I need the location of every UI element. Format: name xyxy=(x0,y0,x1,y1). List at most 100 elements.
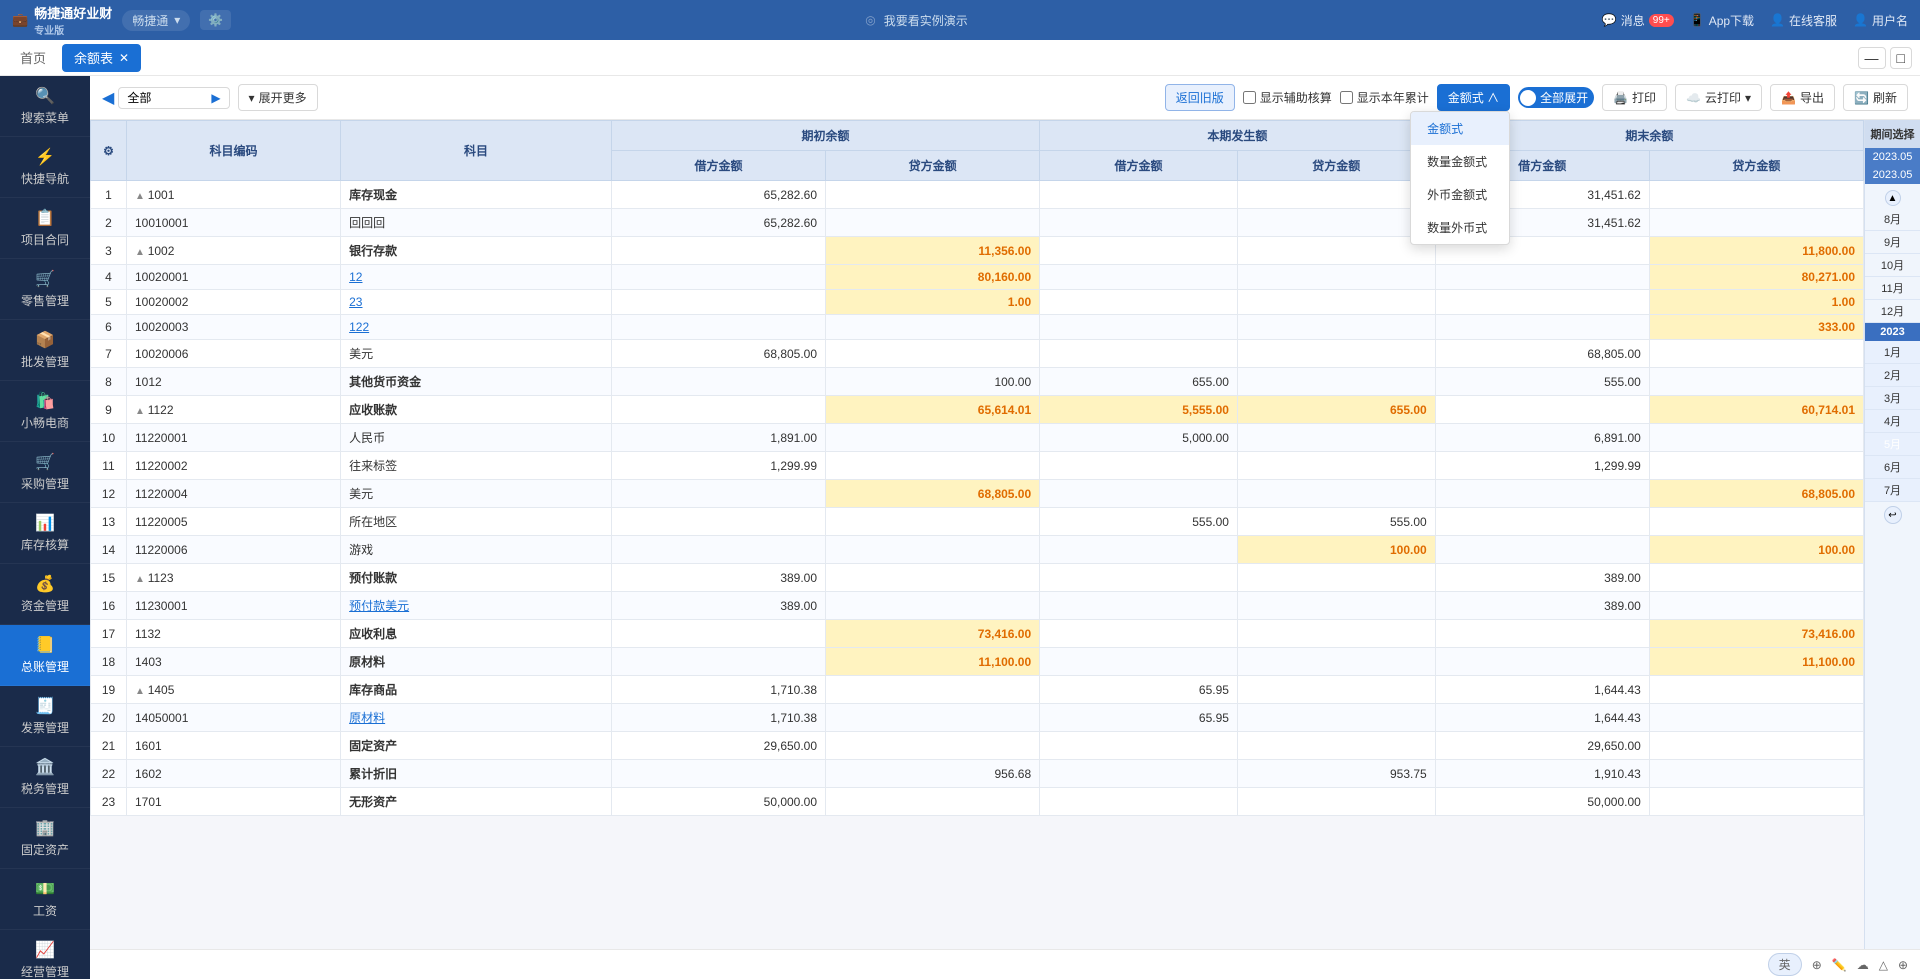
add-icon[interactable]: ⊕ xyxy=(1898,958,1908,972)
period-up-icon[interactable]: ▲ xyxy=(1885,190,1901,206)
tab-bar: 首页 余额表 ✕ — □ xyxy=(0,40,1920,76)
tab-close-icon[interactable]: ✕ xyxy=(119,51,129,65)
tab-minimize-button[interactable]: — xyxy=(1858,47,1886,69)
tab-maximize-button[interactable]: □ xyxy=(1890,47,1912,69)
cell-pd-debit xyxy=(1040,760,1238,788)
header-settings[interactable]: ⚙ xyxy=(91,121,127,181)
month-10[interactable]: 10月 xyxy=(1865,254,1920,277)
settings-icon[interactable]: ⚙️ xyxy=(200,10,231,30)
period-2023-05-start[interactable]: 2023.05 xyxy=(1865,148,1920,166)
month-1[interactable]: 1月 xyxy=(1865,341,1920,364)
cell-ob-credit xyxy=(826,676,1040,704)
cell-ob-credit: 100.00 xyxy=(826,368,1040,396)
format-button[interactable]: 金额式 ∧ xyxy=(1437,84,1510,111)
demo-link[interactable]: 我要看实例演示 xyxy=(884,12,968,29)
cell-ob-credit xyxy=(826,452,1040,480)
cell-account-name[interactable]: 原材料 xyxy=(341,704,612,732)
sidebar-item-finance[interactable]: 💰 资金管理 xyxy=(0,564,90,625)
sidebar-item-management[interactable]: 📈 经营管理 xyxy=(0,930,90,979)
refresh-button[interactable]: 🔄 刷新 xyxy=(1843,84,1908,111)
tab-balance-sheet[interactable]: 余额表 ✕ xyxy=(62,44,141,72)
print-button[interactable]: 🖨️ 打印 xyxy=(1602,84,1667,111)
message-button[interactable]: 💬 消息 99+ xyxy=(1602,12,1674,29)
header-ob-credit: 贷方金额 xyxy=(826,151,1040,181)
cloud-print-button[interactable]: ☁️ 云打印 ▾ xyxy=(1675,84,1762,111)
expand-all-label[interactable]: 全部展开 xyxy=(1540,89,1588,106)
sidebar-item-fixed-assets[interactable]: 🏢 固定资产 xyxy=(0,808,90,869)
cell-row-num: 4 xyxy=(91,265,127,290)
tab-home[interactable]: 首页 xyxy=(8,44,58,72)
return-old-button[interactable]: 返回旧版 xyxy=(1165,84,1235,111)
online-service-button[interactable]: 👤 在线客服 xyxy=(1770,12,1837,29)
month-6[interactable]: 6月 xyxy=(1865,456,1920,479)
company-selector[interactable]: 畅捷通 ▾ xyxy=(122,10,190,31)
export-button[interactable]: 📤 导出 xyxy=(1770,84,1835,111)
format-option-qty-foreign[interactable]: 数量外币式 xyxy=(1411,211,1509,244)
cloud-sync-icon[interactable]: ☁ xyxy=(1857,958,1869,972)
sidebar-item-purchase[interactable]: 🛒 采购管理 xyxy=(0,442,90,503)
zoom-icon[interactable]: ⊕ xyxy=(1812,958,1822,972)
cell-cb-credit xyxy=(1649,452,1863,480)
language-toggle[interactable]: 英 xyxy=(1768,953,1802,976)
period-down-icon[interactable]: ↩ xyxy=(1884,506,1902,524)
edit-icon[interactable]: ✏️ xyxy=(1832,958,1847,972)
format-option-qty-amount[interactable]: 数量金额式 xyxy=(1411,145,1509,178)
table-row: 1411220006游戏100.00100.00 xyxy=(91,536,1864,564)
month-12[interactable]: 12月 xyxy=(1865,300,1920,323)
cell-pd-debit xyxy=(1040,788,1238,816)
sidebar-item-retail[interactable]: 🛒 零售管理 xyxy=(0,259,90,320)
user-avatar[interactable]: 👤 用户名 xyxy=(1853,12,1908,29)
triangle-icon[interactable]: △ xyxy=(1879,958,1888,972)
expand-toggle[interactable]: 全部展开 xyxy=(1518,87,1594,108)
sidebar-item-project-label: 项目合同 xyxy=(6,231,84,248)
sidebar-item-payroll[interactable]: 💵 工资 xyxy=(0,869,90,930)
cell-account-name[interactable]: 23 xyxy=(341,290,612,315)
top-bar-right: 💬 消息 99+ 📱 App下载 👤 在线客服 👤 用户名 xyxy=(1602,12,1908,29)
cell-account-code: 10020001 xyxy=(127,265,341,290)
period-2023-05-end[interactable]: 2023.05 xyxy=(1865,166,1920,184)
sidebar-item-inventory[interactable]: 📊 库存核算 xyxy=(0,503,90,564)
cell-cb-debit xyxy=(1435,620,1649,648)
chevron-down-icon: ▾ xyxy=(174,13,180,27)
month-8[interactable]: 8月 xyxy=(1865,208,1920,231)
sidebar-item-tax[interactable]: 🏛️ 税务管理 xyxy=(0,747,90,808)
cell-account-name[interactable]: 12 xyxy=(341,265,612,290)
month-3[interactable]: 3月 xyxy=(1865,387,1920,410)
account-search-input[interactable] xyxy=(127,91,207,105)
sidebar-item-ledger[interactable]: 📒 总账管理 xyxy=(0,625,90,686)
month-11[interactable]: 11月 xyxy=(1865,277,1920,300)
show-auxiliary-checkbox[interactable]: 显示辅助核算 xyxy=(1243,89,1332,106)
month-5[interactable]: 5月 xyxy=(1865,433,1920,456)
sidebar-item-wholesale[interactable]: 📦 批发管理 xyxy=(0,320,90,381)
format-option-foreign-amount[interactable]: 外币金额式 xyxy=(1411,178,1509,211)
sidebar-item-search[interactable]: 🔍 搜索菜单 xyxy=(0,76,90,137)
cell-ob-debit xyxy=(611,620,825,648)
format-option-amount[interactable]: 金额式 xyxy=(1411,112,1509,145)
auxiliary-checkbox-input[interactable] xyxy=(1243,91,1256,104)
show-ytd-checkbox[interactable]: 显示本年累计 xyxy=(1340,89,1429,106)
content-area: ◀ ▶ ▾ 展开更多 返回旧版 显示辅助核算 显示本年累计 xyxy=(90,76,1920,979)
month-9[interactable]: 9月 xyxy=(1865,231,1920,254)
cell-account-name[interactable]: 预付款美元 xyxy=(341,592,612,620)
month-2[interactable]: 2月 xyxy=(1865,364,1920,387)
month-7[interactable]: 7月 xyxy=(1865,479,1920,502)
ytd-checkbox-input[interactable] xyxy=(1340,91,1353,104)
sidebar-item-invoice[interactable]: 🧾 发票管理 xyxy=(0,686,90,747)
sidebar-item-ecommerce[interactable]: 🛍️ 小畅电商 xyxy=(0,381,90,442)
cell-cb-credit xyxy=(1649,424,1863,452)
back-arrow-icon[interactable]: ◀ xyxy=(102,88,114,108)
cell-account-code: ▲ 1405 xyxy=(127,676,341,704)
cell-cb-credit xyxy=(1649,508,1863,536)
sidebar-item-nav[interactable]: ⚡ 快捷导航 xyxy=(0,137,90,198)
account-search-box[interactable]: ▶ xyxy=(118,87,229,109)
expand-more-button[interactable]: ▾ 展开更多 xyxy=(238,84,318,111)
sidebar-item-tax-label: 税务管理 xyxy=(6,780,84,797)
right-panel-header: 期间选择 xyxy=(1865,120,1920,148)
settings-icon[interactable]: ⚙ xyxy=(103,144,114,158)
month-4[interactable]: 4月 xyxy=(1865,410,1920,433)
cell-account-name[interactable]: 122 xyxy=(341,315,612,340)
app-download-button[interactable]: 📱 App下载 xyxy=(1690,12,1754,29)
cell-pd-credit xyxy=(1237,480,1435,508)
table-row: 1311220005所在地区555.00555.00 xyxy=(91,508,1864,536)
sidebar-item-project[interactable]: 📋 项目合同 xyxy=(0,198,90,259)
